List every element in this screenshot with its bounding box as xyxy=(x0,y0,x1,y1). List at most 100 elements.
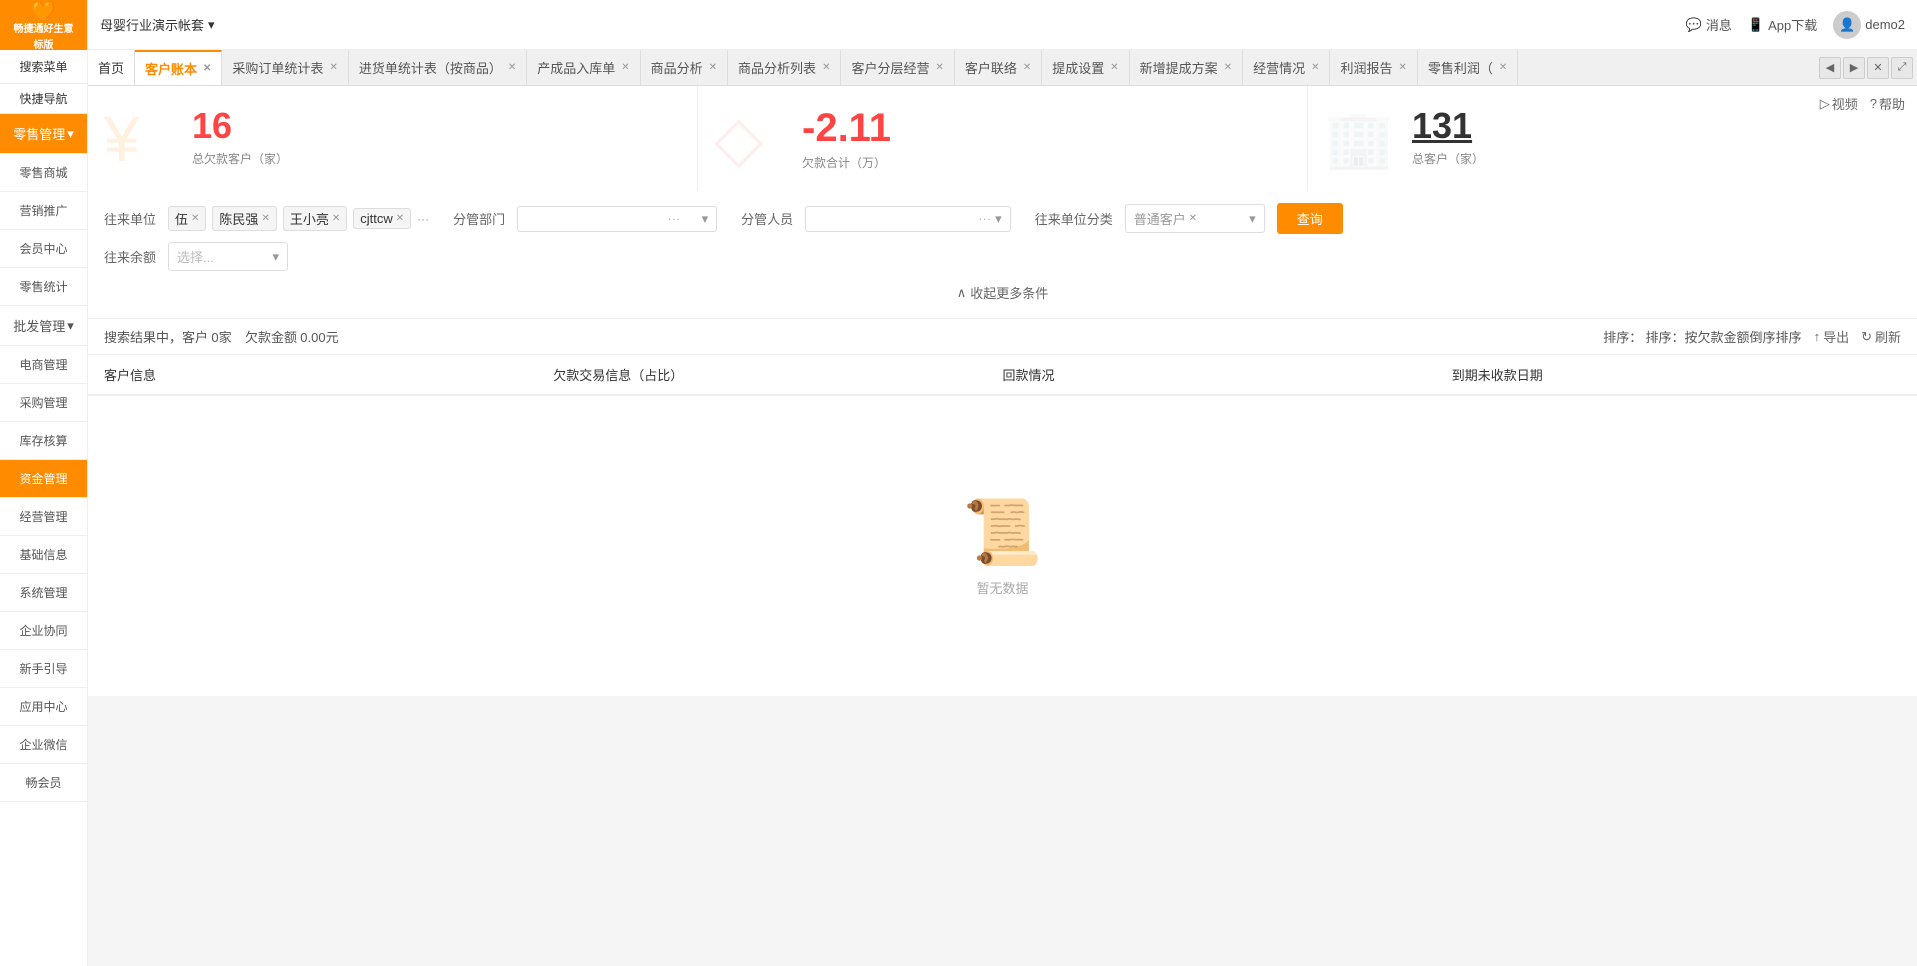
tab-operation[interactable]: 经营情况 ✕ xyxy=(1243,50,1330,86)
filter-unit-category-select[interactable]: 普通客户 ✕ ▾ xyxy=(1125,204,1265,233)
filter-tag-wu-close[interactable]: ✕ xyxy=(191,213,199,224)
empty-text: 暂无数据 xyxy=(976,578,1028,597)
video-btn[interactable]: ▷ 视频 xyxy=(1820,94,1858,113)
tab-goods-in[interactable]: 进货单统计表（按商品） ✕ xyxy=(349,50,527,86)
stats-section: ¥ 16 总欠款客户（家） ◇ -2.11 欠款合计（万） 🏢 131 总客户（… xyxy=(88,86,1917,191)
result-info: 搜索结果中，客户 0家 欠款金额 0.00元 xyxy=(104,327,339,346)
sidebar-item-enterprise-wechat[interactable]: 企业微信 xyxy=(0,726,87,764)
filter-unit-category-tag: 普通客户 ✕ xyxy=(1134,209,1197,228)
tab-account-close[interactable]: ✕ xyxy=(203,63,211,74)
debt-amount: 0.00元 xyxy=(300,330,338,345)
sidebar-item-new-guide[interactable]: 新手引导 xyxy=(0,650,87,688)
messages-btn[interactable]: 💬 消息 xyxy=(1686,15,1732,34)
stat-bg-diamond-icon: ◇ xyxy=(714,101,763,176)
tab-purchase-order[interactable]: 采购订单统计表 ✕ xyxy=(222,50,348,86)
sidebar-item-retail-mgmt-label: 零售管理 xyxy=(13,124,65,143)
tab-expand-btn[interactable]: ⤢ xyxy=(1891,57,1913,79)
tab-goods-analysis[interactable]: 商品分析 ✕ xyxy=(641,50,728,86)
account-dropdown[interactable]: 母婴行业演示帐套 ▾ xyxy=(100,15,215,34)
empty-icon: 📜 xyxy=(963,495,1043,570)
tab-goods-in-close[interactable]: ✕ xyxy=(508,62,516,73)
chevron-down-icon-2: ▾ xyxy=(67,318,74,334)
sidebar-item-ecommerce[interactable]: 电商管理 xyxy=(0,346,87,384)
tab-home[interactable]: 首页 xyxy=(88,50,135,86)
tab-new-promotion[interactable]: 新增提成方案 ✕ xyxy=(1130,50,1243,86)
filter-tag-cjttcw-close[interactable]: ✕ xyxy=(396,213,404,224)
sidebar-item-app-center[interactable]: 应用中心 xyxy=(0,688,87,726)
tab-account[interactable]: 客户账本 ✕ xyxy=(135,50,222,86)
stat-total-customers2-value[interactable]: 131 xyxy=(1412,106,1472,146)
tab-customer-contact[interactable]: 客户联络 ✕ xyxy=(955,50,1042,86)
filter-person-select[interactable]: ··· ▾ xyxy=(805,206,1011,232)
tab-home-label: 首页 xyxy=(98,58,124,77)
table-header: 客户信息 欠款交易信息（占比） 回款情况 到期未收款日期 xyxy=(88,355,1917,396)
tab-customer-segment[interactable]: 客户分层经营 ✕ xyxy=(841,50,954,86)
tab-collapse-btn[interactable]: ✕ xyxy=(1867,57,1889,79)
result-actions: 排序： 排序：按欠款金额倒序排序 ↑ 导出 ↻ 刷新 xyxy=(1603,327,1901,346)
sort-value[interactable]: 排序：按欠款金额倒序排序 xyxy=(1646,327,1802,346)
tab-profit-report[interactable]: 利润报告 ✕ xyxy=(1330,50,1417,86)
sidebar-item-marketing[interactable]: 营销推广 xyxy=(0,192,87,230)
tab-next-btn[interactable]: ▶ xyxy=(1843,57,1865,79)
download-icon: 📱 xyxy=(1748,17,1764,33)
filter-more-btn[interactable]: ··· xyxy=(417,212,429,226)
sidebar-item-retail-mgmt[interactable]: 零售管理 ▾ xyxy=(0,114,87,154)
filter-dept-select[interactable]: ··· ▾ xyxy=(517,206,717,232)
main-area: 母婴行业演示帐套 ▾ 💬 消息 📱 App下载 👤 demo2 首页 xyxy=(88,0,1917,966)
sidebar-item-sys[interactable]: 系统管理 xyxy=(0,574,87,612)
tab-promotion-settings-close[interactable]: ✕ xyxy=(1110,62,1118,73)
tab-goods-analysis-list-close[interactable]: ✕ xyxy=(822,62,830,73)
filter-row-1: 往来单位 伍 ✕ 陈民强 ✕ 王小亮 ✕ cjttcw xyxy=(104,203,1901,234)
filter-tag-wang-close[interactable]: ✕ xyxy=(332,213,340,224)
user-avatar-area[interactable]: 👤 demo2 xyxy=(1833,11,1905,39)
tab-retail-profit-close[interactable]: ✕ xyxy=(1499,62,1507,73)
sidebar-item-ops[interactable]: 经营管理 xyxy=(0,498,87,536)
sidebar-item-wholesale-mgmt[interactable]: 批发管理 ▾ xyxy=(0,306,87,346)
unit-category-close[interactable]: ✕ xyxy=(1189,213,1197,224)
tab-purchase-close[interactable]: ✕ xyxy=(329,62,337,73)
filter-tag-chen-close[interactable]: ✕ xyxy=(261,213,269,224)
tab-customer-contact-close[interactable]: ✕ xyxy=(1023,62,1031,73)
help-btn[interactable]: ? 帮助 xyxy=(1870,94,1905,113)
tab-prev-btn[interactable]: ◀ xyxy=(1819,57,1841,79)
sidebar-item-vip-member[interactable]: 畅会员 xyxy=(0,764,87,802)
sidebar-item-search[interactable]: 搜索菜单 xyxy=(0,50,87,84)
tab-retail-profit[interactable]: 零售利润（ ✕ xyxy=(1418,50,1518,86)
filter-balance-arrow: ▾ xyxy=(272,249,279,265)
sidebar-item-basic-info[interactable]: 基础信息 xyxy=(0,536,87,574)
tab-cost-in[interactable]: 产成品入库单 ✕ xyxy=(527,50,640,86)
filter-tag-cjttcw-label: cjttcw xyxy=(360,211,393,226)
filter-dept-dots: ··· xyxy=(667,211,680,226)
export-label: 导出 xyxy=(1823,327,1849,346)
tab-goods-analysis-close[interactable]: ✕ xyxy=(709,62,717,73)
filter-balance-select[interactable]: 选择... ▾ xyxy=(168,242,288,271)
sidebar-item-enterprise-coop[interactable]: 企业协同 xyxy=(0,612,87,650)
tab-customer-segment-close[interactable]: ✕ xyxy=(935,62,943,73)
sidebar-item-retail-stats[interactable]: 零售统计 xyxy=(0,268,87,306)
search-result-prefix: 搜索结果中，客户 xyxy=(104,330,208,345)
tab-operation-close[interactable]: ✕ xyxy=(1311,62,1319,73)
tab-new-promotion-close[interactable]: ✕ xyxy=(1224,62,1232,73)
sidebar-item-member-center[interactable]: 会员中心 xyxy=(0,230,87,268)
sidebar-item-inventory[interactable]: 库存核算 xyxy=(0,422,87,460)
tab-goods-analysis-list[interactable]: 商品分析列表 ✕ xyxy=(728,50,841,86)
tab-goods-analysis-label: 商品分析 xyxy=(651,58,703,77)
result-bar: 搜索结果中，客户 0家 欠款金额 0.00元 排序： 排序：按欠款金额倒序排序 … xyxy=(88,319,1917,355)
filter-tag-wu: 伍 ✕ xyxy=(168,206,206,231)
sidebar-item-quick-nav[interactable]: 快捷导航 xyxy=(0,84,87,114)
tab-promotion-settings[interactable]: 提成设置 ✕ xyxy=(1042,50,1129,86)
refresh-btn[interactable]: ↻ 刷新 xyxy=(1861,327,1901,346)
sidebar-item-purchase[interactable]: 采购管理 xyxy=(0,384,87,422)
tab-profit-report-close[interactable]: ✕ xyxy=(1399,62,1407,73)
tab-nav-arrows: ◀ ▶ ✕ ⤢ xyxy=(1819,57,1917,79)
app-download-btn[interactable]: 📱 App下载 xyxy=(1748,15,1817,34)
query-button[interactable]: 查询 xyxy=(1277,203,1343,234)
tab-cost-in-close[interactable]: ✕ xyxy=(621,62,629,73)
tab-new-promotion-label: 新增提成方案 xyxy=(1140,58,1218,77)
export-btn[interactable]: ↑ 导出 xyxy=(1814,327,1850,346)
filter-person-label: 分管人员 xyxy=(741,209,793,228)
tab-goods-in-label: 进货单统计表（按商品） xyxy=(359,58,502,77)
sidebar-item-finance[interactable]: 资金管理 xyxy=(0,460,87,498)
collapse-btn[interactable]: ∧ 收起更多条件 xyxy=(953,279,1053,306)
sidebar-item-retail-mall[interactable]: 零售商城 xyxy=(0,154,87,192)
